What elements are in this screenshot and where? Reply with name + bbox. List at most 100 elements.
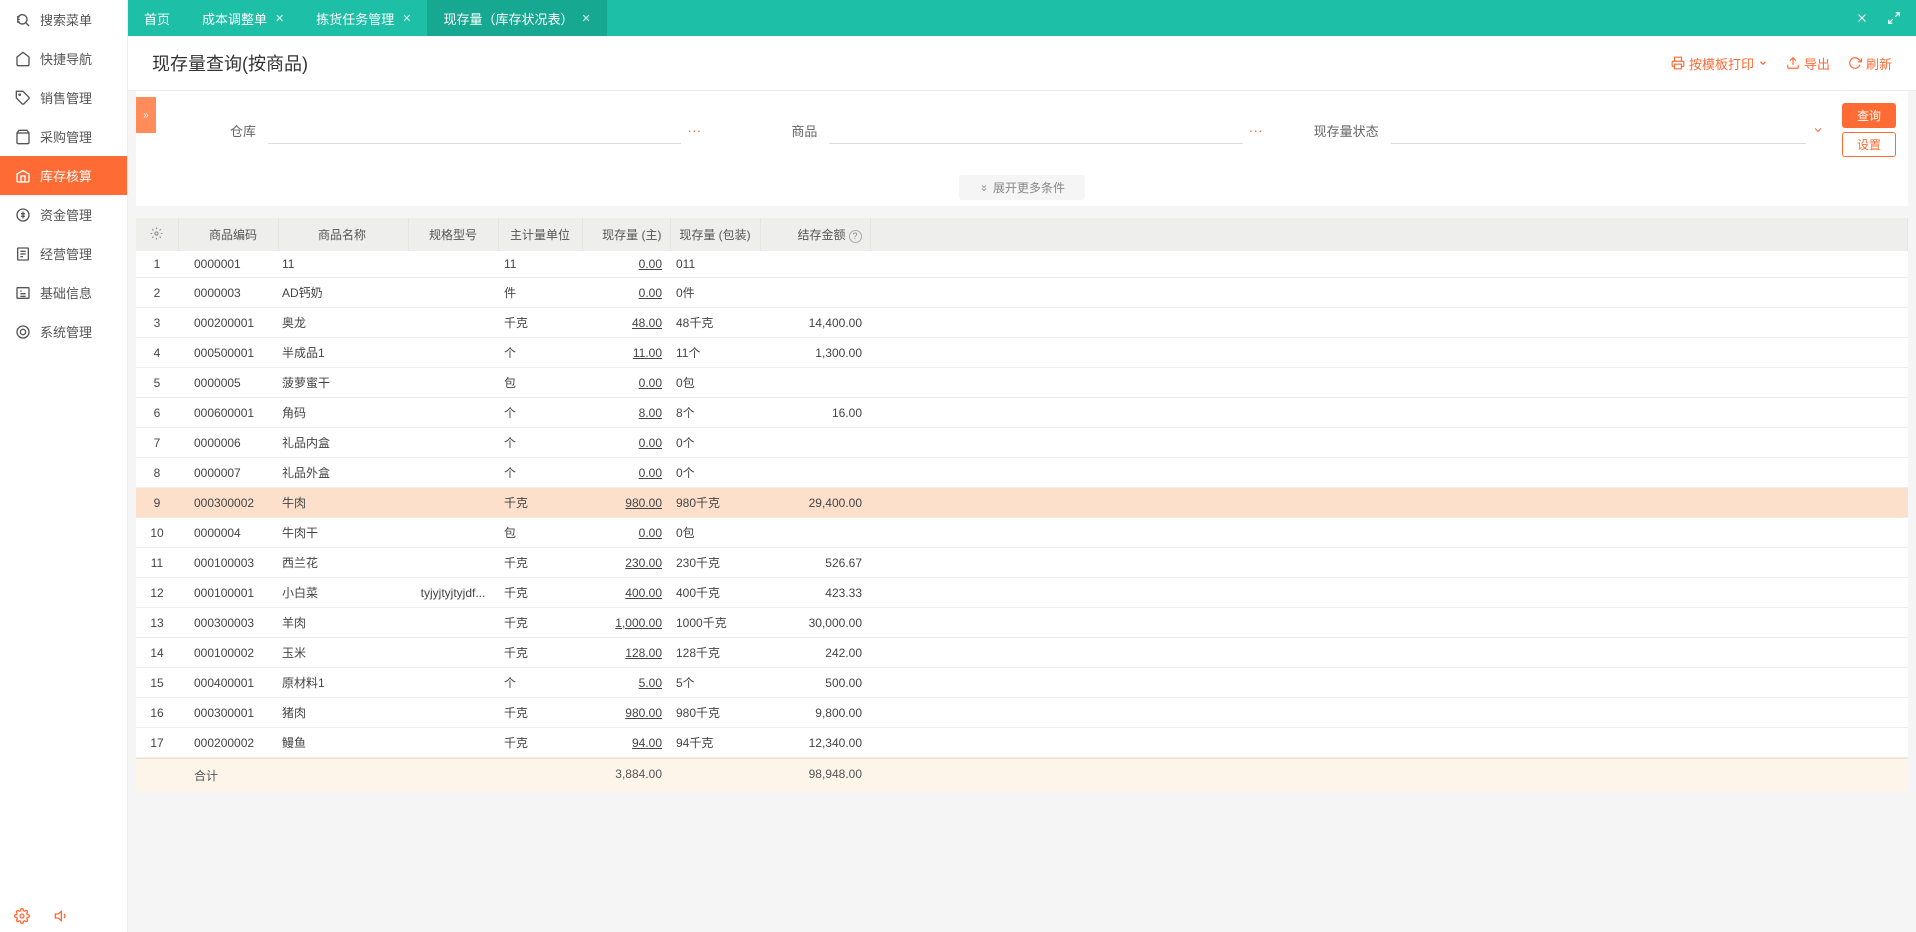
- cell-name: 原材料1: [278, 668, 408, 698]
- sidebar-item-8[interactable]: 系统管理: [0, 312, 127, 351]
- settings-column-header[interactable]: [136, 218, 178, 251]
- refresh-button[interactable]: 刷新: [1848, 54, 1892, 73]
- sidebar-item-1[interactable]: 快捷导航: [0, 39, 127, 78]
- expand-filters-button[interactable]: 展开更多条件: [959, 175, 1085, 200]
- cell-qty[interactable]: 11.00: [582, 338, 670, 368]
- product-input[interactable]: [829, 116, 1242, 144]
- cell-qty[interactable]: 48.00: [582, 308, 670, 338]
- cell-fill: [870, 578, 1908, 608]
- query-button[interactable]: 查询: [1842, 103, 1896, 128]
- cell-code: 000300003: [178, 608, 278, 638]
- cell-qty[interactable]: 1,000.00: [582, 608, 670, 638]
- cell-qty[interactable]: 400.00: [582, 578, 670, 608]
- export-button[interactable]: 导出: [1786, 54, 1830, 73]
- table-row[interactable]: 3000200001奥龙千克48.0048千克14,400.00: [136, 308, 1908, 338]
- table-row[interactable]: 12000100001小白菜tyjyjtyjtyjdf...千克400.0040…: [136, 578, 1908, 608]
- table-row[interactable]: 80000007礼品外盒个0.000个: [136, 458, 1908, 488]
- cell-pack: 980千克: [670, 488, 760, 518]
- cell-qty[interactable]: 0.00: [582, 278, 670, 308]
- cell-qty[interactable]: 128.00: [582, 638, 670, 668]
- table-row[interactable]: 50000005菠萝蜜干包0.000包: [136, 368, 1908, 398]
- cell-name: 礼品外盒: [278, 458, 408, 488]
- cell-idx: 6: [136, 398, 178, 428]
- col-amount[interactable]: 结存金额?: [760, 218, 870, 251]
- table-row[interactable]: 1000000111110.00011: [136, 251, 1908, 278]
- total-qty: 3,884.00: [582, 767, 670, 784]
- sidebar-item-2[interactable]: 销售管理: [0, 78, 127, 117]
- cell-unit: 个: [498, 398, 582, 428]
- col-pack[interactable]: 现存量 (包装): [670, 218, 760, 251]
- page-title: 现存量查询(按商品): [152, 50, 308, 76]
- cell-code: 000100001: [178, 578, 278, 608]
- sidebar-item-5[interactable]: 资金管理: [0, 195, 127, 234]
- cell-idx: 8: [136, 458, 178, 488]
- col-spec[interactable]: 规格型号: [408, 218, 498, 251]
- table-row[interactable]: 11000100003西兰花千克230.00230千克526.67: [136, 548, 1908, 578]
- cell-qty[interactable]: 980.00: [582, 488, 670, 518]
- cell-qty[interactable]: 230.00: [582, 548, 670, 578]
- cell-qty[interactable]: 94.00: [582, 728, 670, 758]
- close-icon[interactable]: ✕: [582, 12, 591, 25]
- cell-fill: [870, 398, 1908, 428]
- cell-spec: [408, 458, 498, 488]
- print-button[interactable]: 按模板打印: [1671, 54, 1768, 73]
- table-row[interactable]: 13000300003羊肉千克1,000.001000千克30,000.00: [136, 608, 1908, 638]
- cell-qty[interactable]: 8.00: [582, 398, 670, 428]
- cell-qty[interactable]: 0.00: [582, 251, 670, 278]
- cell-code: 000300002: [178, 488, 278, 518]
- sidebar-item-3[interactable]: 采购管理: [0, 117, 127, 156]
- close-icon[interactable]: ✕: [402, 12, 411, 25]
- cell-spec: [408, 638, 498, 668]
- speaker-icon[interactable]: [54, 908, 70, 924]
- chevron-down-icon[interactable]: [1806, 124, 1830, 136]
- cell-fill: [870, 668, 1908, 698]
- table-row[interactable]: 20000003AD钙奶件0.000件: [136, 278, 1908, 308]
- tab-2[interactable]: 拣货任务管理✕: [300, 0, 427, 36]
- tab-0[interactable]: 首页: [128, 0, 186, 36]
- cell-amount: [760, 458, 870, 488]
- table-row[interactable]: 15000400001原材料1个5.005个500.00: [136, 668, 1908, 698]
- status-input[interactable]: [1391, 116, 1806, 144]
- more-icon[interactable]: ···: [681, 122, 707, 138]
- table-row[interactable]: 6000600001角码个8.008个16.00: [136, 398, 1908, 428]
- warehouse-input[interactable]: [268, 116, 681, 144]
- cell-fill: [870, 308, 1908, 338]
- sidebar-item-4[interactable]: 库存核算: [0, 156, 127, 195]
- cell-qty[interactable]: 0.00: [582, 368, 670, 398]
- col-qty[interactable]: 现存量 (主): [582, 218, 670, 251]
- cell-idx: 13: [136, 608, 178, 638]
- search-icon: [14, 11, 32, 29]
- tab-3[interactable]: 现存量（库存状况表）✕: [427, 0, 606, 36]
- col-code[interactable]: 商品编码: [178, 218, 278, 251]
- gear-icon[interactable]: [14, 908, 30, 924]
- more-icon[interactable]: ···: [1243, 122, 1269, 138]
- table-row[interactable]: 9000300002牛肉千克980.00980千克29,400.00: [136, 488, 1908, 518]
- double-chevron-down-icon: [979, 183, 989, 193]
- settings-button[interactable]: 设置: [1842, 132, 1896, 157]
- cell-qty[interactable]: 0.00: [582, 518, 670, 548]
- expand-icon[interactable]: [1880, 4, 1908, 32]
- cell-qty[interactable]: 0.00: [582, 428, 670, 458]
- table-row[interactable]: 17000200002鳗鱼千克94.0094千克12,340.00: [136, 728, 1908, 758]
- cell-unit: 个: [498, 458, 582, 488]
- col-name[interactable]: 商品名称: [278, 218, 408, 251]
- table-row[interactable]: 14000100002玉米千克128.00128千克242.00: [136, 638, 1908, 668]
- cell-qty[interactable]: 980.00: [582, 698, 670, 728]
- tab-label: 成本调整单: [202, 9, 267, 28]
- close-all-icon[interactable]: [1848, 4, 1876, 32]
- sidebar-item-6[interactable]: 经营管理: [0, 234, 127, 273]
- sidebar-item-7[interactable]: 基础信息: [0, 273, 127, 312]
- cell-pack: 400千克: [670, 578, 760, 608]
- close-icon[interactable]: ✕: [275, 12, 284, 25]
- col-unit[interactable]: 主计量单位: [498, 218, 582, 251]
- help-icon[interactable]: ?: [849, 230, 862, 243]
- sidebar-item-0[interactable]: 搜索菜单: [0, 0, 127, 39]
- table-row[interactable]: 100000004牛肉干包0.000包: [136, 518, 1908, 548]
- cell-qty[interactable]: 0.00: [582, 458, 670, 488]
- tab-1[interactable]: 成本调整单 ✕: [186, 0, 300, 36]
- table-row[interactable]: 4000500001半成品1个11.0011个1,300.00: [136, 338, 1908, 368]
- filter-collapse-button[interactable]: »: [136, 97, 156, 133]
- table-row[interactable]: 16000300001猪肉千克980.00980千克9,800.00: [136, 698, 1908, 728]
- table-row[interactable]: 70000006礼品内盒个0.000个: [136, 428, 1908, 458]
- cell-qty[interactable]: 5.00: [582, 668, 670, 698]
